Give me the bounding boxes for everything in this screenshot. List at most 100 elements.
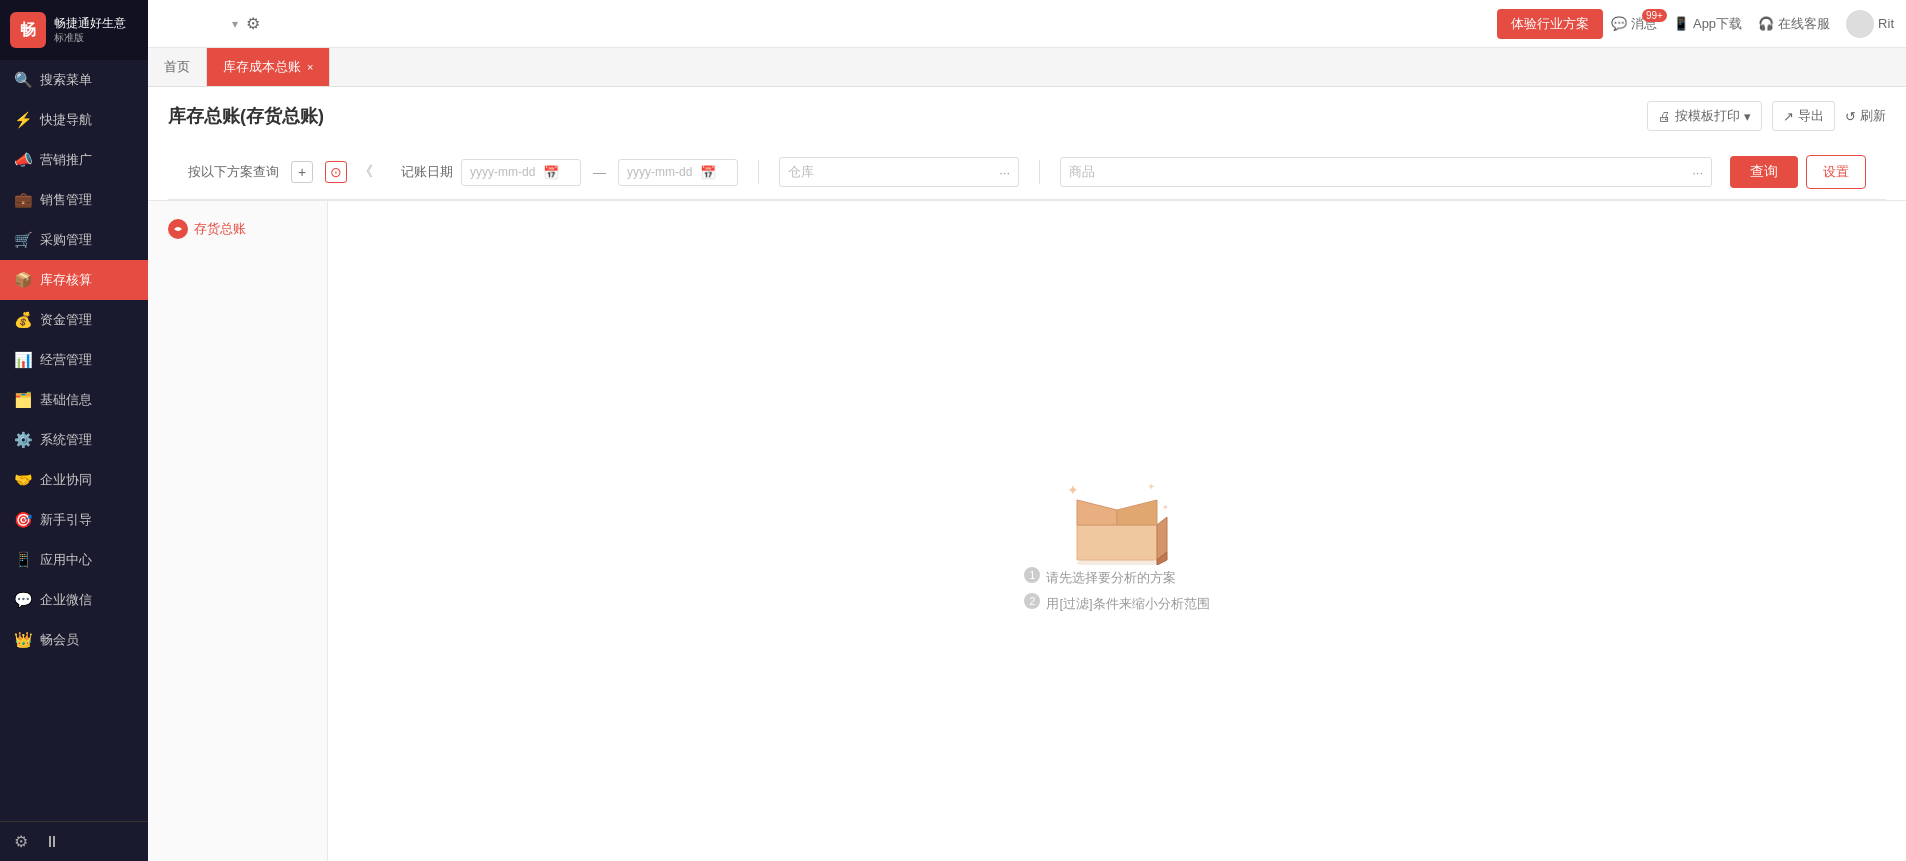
search-icon: 🔍 [14,71,32,89]
tab-inventory-ledger[interactable]: 库存成本总账 × [207,48,330,86]
sidebar-item-inventory[interactable]: 📦 库存核算 [0,260,148,300]
sidebar-item-basic[interactable]: 🗂️ 基础信息 [0,380,148,420]
empty-tips: 1 请先选择要分析的方案 2 用[过滤]条件来缩小分析范围 [1024,565,1209,617]
sidebar-item-purchase[interactable]: 🛒 采购管理 [0,220,148,260]
settings-footer-icon[interactable]: ⚙ [14,832,28,851]
query-button[interactable]: 查询 [1730,156,1798,188]
print-button[interactable]: 🖨 按模板打印 ▾ [1647,101,1762,131]
sidebar-item-quick-nav[interactable]: ⚡ 快捷导航 [0,100,148,140]
svg-text:✦: ✦ [1067,482,1079,498]
sidebar-item-label: 经营管理 [40,351,92,369]
content-area: 库存总账(存货总账) 🖨 按模板打印 ▾ ↗ 导出 ↺ 刷新 [148,87,1906,861]
sidebar-item-label: 企业微信 [40,591,92,609]
sidebar-item-search[interactable]: 🔍 搜索菜单 [0,60,148,100]
mobile-icon: 📱 [14,551,32,569]
crown-icon: 👑 [14,631,32,649]
print-dropdown-icon[interactable]: ▾ [1744,109,1751,124]
sidebar-item-label: 采购管理 [40,231,92,249]
target-icon: 🎯 [14,511,32,529]
warehouse-select[interactable]: 仓库 ··· [779,157,1019,187]
refresh-label: 刷新 [1860,107,1886,125]
print-label: 按模板打印 [1675,107,1740,125]
sidebar-item-label: 搜索菜单 [40,71,92,89]
sidebar-item-apps[interactable]: 📱 应用中心 [0,540,148,580]
calendar-to-icon[interactable]: 📅 [700,165,716,180]
sidebar-item-label: 应用中心 [40,551,92,569]
topbar-settings-icon[interactable]: ⚙ [242,10,264,37]
sidebar-item-sales[interactable]: 💼 销售管理 [0,180,148,220]
messages-badge: 99+ [1642,9,1667,22]
user-avatar-btn[interactable]: Rit [1846,10,1894,38]
filter-add-button[interactable]: + [291,161,313,183]
topbar: ▾ ⚙ 体验行业方案 💬 消息 99+ 📱 App下载 🎧 在线客服 Rit [148,0,1906,48]
chart-icon: 📊 [14,351,32,369]
sidebar-item-wechat[interactable]: 💬 企业微信 [0,580,148,620]
page-header: 库存总账(存货总账) 🖨 按模板打印 ▾ ↗ 导出 ↺ 刷新 [148,87,1906,201]
sidebar-item-newcomer[interactable]: 🎯 新手引导 [0,500,148,540]
briefcase-icon: 💼 [14,191,32,209]
more-warehouse-icon: ··· [999,165,1010,180]
export-button[interactable]: ↗ 导出 [1772,101,1835,131]
sidebar-item-marketing[interactable]: 📣 营销推广 [0,140,148,180]
product-select[interactable]: 商品 ··· [1060,157,1712,187]
brand-sub: 标准版 [54,31,126,45]
page-actions: 🖨 按模板打印 ▾ ↗ 导出 ↺ 刷新 [1647,101,1886,131]
sidebar-item-label: 系统管理 [40,431,92,449]
date-separator: — [589,165,610,180]
export-icon: ↗ [1783,109,1794,124]
chat-icon: 💬 [14,591,32,609]
empty-illustration: ✦ ✦ ✦ [1037,445,1197,565]
sidebar-item-finance[interactable]: 💰 资金管理 [0,300,148,340]
svg-text:✦: ✦ [1147,481,1155,492]
date-from-input[interactable]: yyyy-mm-dd 📅 [461,159,581,186]
trial-button[interactable]: 体验行业方案 [1497,9,1603,39]
filter-reset-button[interactable]: ⊙ [325,161,347,183]
sidebar-item-operation[interactable]: 📊 经营管理 [0,340,148,380]
sidebar-item-label: 基础信息 [40,391,92,409]
scheme-item[interactable]: 存货总账 [158,211,317,247]
avatar [1846,10,1874,38]
app-download-label: App下载 [1693,15,1742,33]
sidebar-item-label: 畅会员 [40,631,79,649]
settings-button[interactable]: 设置 [1806,155,1866,189]
gear-icon: ⚙️ [14,431,32,449]
sidebar-item-label: 新手引导 [40,511,92,529]
sidebar-item-enterprise[interactable]: 🤝 企业协同 [0,460,148,500]
svg-marker-1 [1077,525,1157,560]
empty-state: ✦ ✦ ✦ 1 请先选择要分析的方案 2 用[过滤]条件来缩小分析范围 [328,201,1906,861]
headset-icon: 🎧 [1758,16,1774,31]
filter-label: 按以下方案查询 [188,163,279,181]
logo-icon: 畅 [10,12,46,48]
app-download-icon: 📱 [1673,16,1689,31]
svg-marker-3 [1117,500,1157,525]
app-download-btn[interactable]: 📱 App下载 [1673,15,1742,33]
more-product-icon: ··· [1692,165,1703,180]
sidebar-item-label: 资金管理 [40,311,92,329]
scheme-dot [168,219,188,239]
chevron-down-icon[interactable]: ▾ [232,17,238,31]
tab-home[interactable]: 首页 [148,48,207,86]
sidebar-item-label: 销售管理 [40,191,92,209]
box-icon: 📦 [14,271,32,289]
tab-close-icon[interactable]: × [307,61,313,73]
refresh-button[interactable]: ↺ 刷新 [1845,107,1886,125]
calendar-from-icon[interactable]: 📅 [543,165,559,180]
svg-text:✦: ✦ [1162,503,1169,512]
brand-name: 畅捷通好生意 [54,15,126,32]
messages-btn[interactable]: 💬 消息 99+ [1611,15,1657,33]
sidebar: 畅 畅捷通好生意 标准版 🔍 搜索菜单 ⚡ 快捷导航 📣 营销推广 💼 销售管理… [0,0,148,861]
audio-footer-icon[interactable]: ⏸ [44,833,60,851]
user-name: Rit [1878,16,1894,31]
filter-collapse-icon[interactable]: 《 [359,163,373,181]
date-to-input[interactable]: yyyy-mm-dd 📅 [618,159,738,186]
date-to-placeholder: yyyy-mm-dd [627,165,692,179]
sidebar-item-label: 快捷导航 [40,111,92,129]
sidebar-logo: 畅 畅捷通好生意 标准版 [0,0,148,60]
tip1-text: 请先选择要分析的方案 [1046,565,1176,591]
online-service-btn[interactable]: 🎧 在线客服 [1758,15,1830,33]
sidebar-item-system[interactable]: ⚙️ 系统管理 [0,420,148,460]
sidebar-item-member[interactable]: 👑 畅会员 [0,620,148,660]
tip2-text: 用[过滤]条件来缩小分析范围 [1046,591,1209,617]
page-title: 库存总账(存货总账) [168,104,324,128]
filter-bar: 按以下方案查询 + ⊙ 《 记账日期 yyyy-mm-dd 📅 — yyyy-m… [168,145,1886,200]
